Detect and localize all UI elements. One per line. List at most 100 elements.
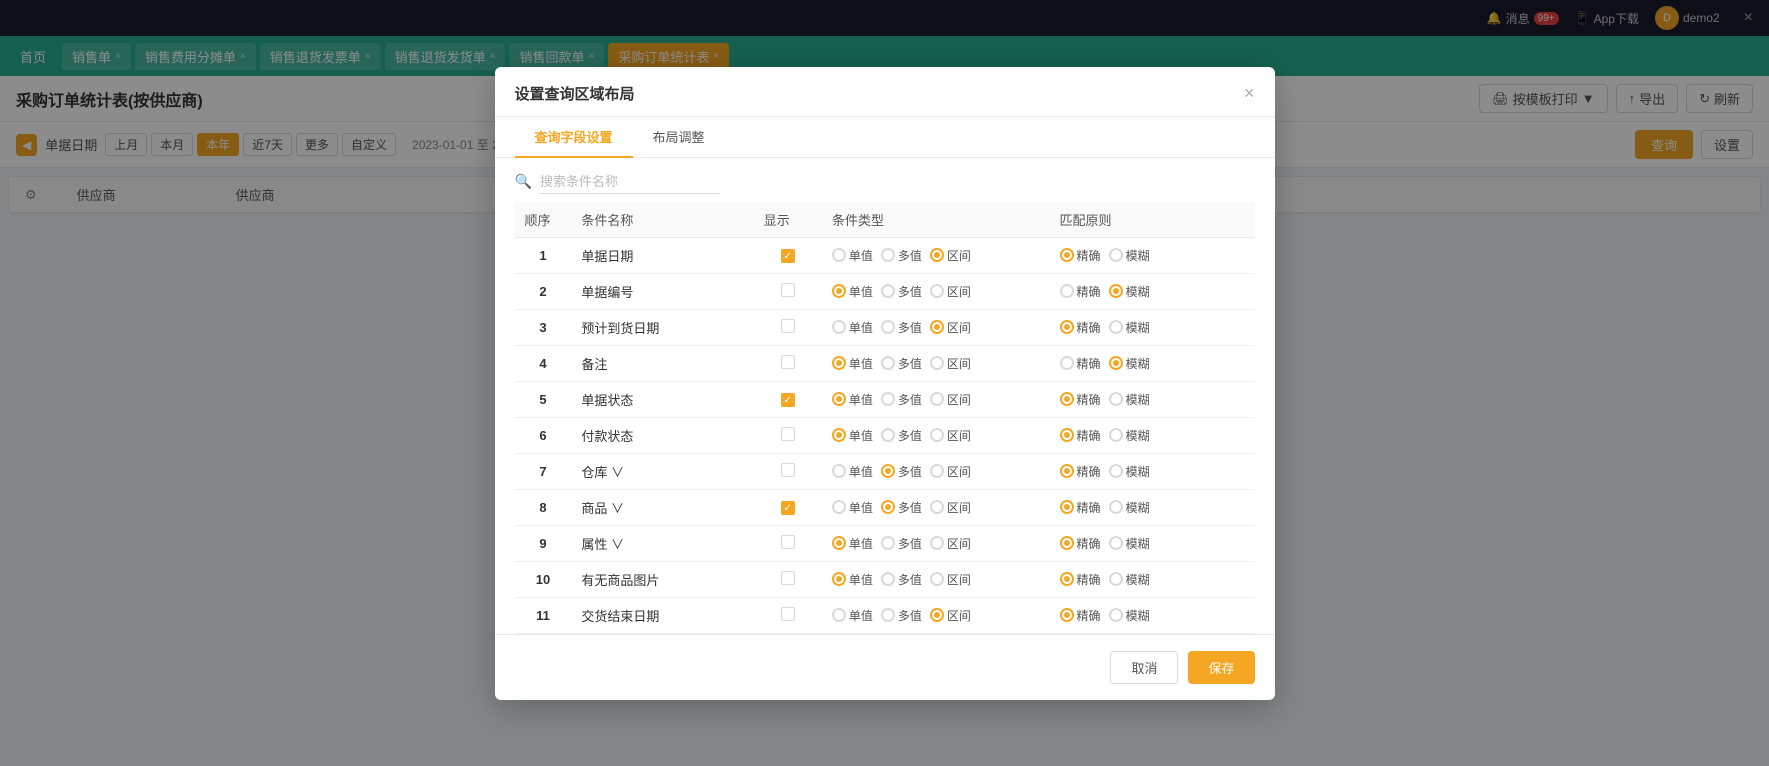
radio-type-type_multi-5[interactable]: 多值	[881, 427, 922, 444]
radio-type-type_single-5[interactable]: 单值	[832, 427, 873, 444]
table-row: 5单据状态✓单值多值区间精确模糊	[515, 381, 1255, 417]
checkbox-show-9[interactable]	[781, 571, 795, 585]
radio-match-match_fuzzy-3[interactable]: 模糊	[1109, 355, 1150, 372]
radio-type-type_range-7[interactable]: 区间	[930, 499, 971, 516]
radio-type-type_range-2[interactable]: 区间	[930, 319, 971, 336]
save-button[interactable]: 保存	[1188, 651, 1254, 684]
radio-type-type_single-2[interactable]: 单值	[832, 319, 873, 336]
row-show-2[interactable]	[754, 309, 822, 345]
radio-type-type_single-6[interactable]: 单值	[832, 463, 873, 480]
radio-type-type_multi-0[interactable]: 多值	[881, 247, 922, 264]
checkbox-show-4[interactable]: ✓	[781, 393, 795, 407]
radio-type-type_multi-6[interactable]: 多值	[881, 463, 922, 480]
radio-type-type_single-8[interactable]: 单值	[832, 535, 873, 552]
modal-tab-layout[interactable]: 布局调整	[633, 117, 725, 158]
row-show-6[interactable]	[754, 453, 822, 489]
radio-match-match_exact-0[interactable]: 精确	[1060, 247, 1101, 264]
radio-type-type_single-1[interactable]: 单值	[832, 283, 873, 300]
cancel-button[interactable]: 取消	[1110, 651, 1178, 684]
radio-type-type_range-8[interactable]: 区间	[930, 535, 971, 552]
radio-type-type_range-6[interactable]: 区间	[930, 463, 971, 480]
radio-type-type_single-9[interactable]: 单值	[832, 571, 873, 588]
row-show-8[interactable]	[754, 525, 822, 561]
checkbox-show-7[interactable]: ✓	[781, 501, 795, 515]
modal-title: 设置查询区域布局	[515, 83, 635, 104]
radio-match-match_exact-4[interactable]: 精确	[1060, 391, 1101, 408]
radio-type-type_multi-8[interactable]: 多值	[881, 535, 922, 552]
row-show-0[interactable]: ✓	[754, 237, 822, 273]
radio-type-type_multi-10[interactable]: 多值	[881, 607, 922, 624]
radio-circle-type_range-1	[930, 284, 944, 298]
radio-type-type_range-4[interactable]: 区间	[930, 391, 971, 408]
checkbox-show-1[interactable]	[781, 283, 795, 297]
radio-match-match_fuzzy-1[interactable]: 模糊	[1109, 283, 1150, 300]
radio-type-type_single-3[interactable]: 单值	[832, 355, 873, 372]
checkbox-show-0[interactable]: ✓	[781, 249, 795, 263]
row-show-3[interactable]	[754, 345, 822, 381]
radio-circle-match-match_fuzzy-7	[1109, 500, 1123, 514]
radio-type-type_multi-9[interactable]: 多值	[881, 571, 922, 588]
radio-match-match_exact-8[interactable]: 精确	[1060, 535, 1101, 552]
radio-type-type_range-5[interactable]: 区间	[930, 427, 971, 444]
radio-match-match_exact-1[interactable]: 精确	[1060, 283, 1101, 300]
checkbox-show-8[interactable]	[781, 535, 795, 549]
radio-match-match_exact-5[interactable]: 精确	[1060, 427, 1101, 444]
modal-header: 设置查询区域布局 ×	[495, 67, 1275, 117]
radio-match-match_fuzzy-0[interactable]: 模糊	[1109, 247, 1150, 264]
checkbox-show-2[interactable]	[781, 319, 795, 333]
radio-match-match_fuzzy-2[interactable]: 模糊	[1109, 319, 1150, 336]
row-show-5[interactable]	[754, 417, 822, 453]
radio-match-match_fuzzy-10[interactable]: 模糊	[1109, 607, 1150, 624]
row-match-2: 精确模糊	[1050, 309, 1255, 345]
table-row: 9属性 ∨单值多值区间精确模糊	[515, 525, 1255, 561]
radio-type-type_range-1[interactable]: 区间	[930, 283, 971, 300]
radio-match-match_exact-6[interactable]: 精确	[1060, 463, 1101, 480]
radio-match-match_exact-10[interactable]: 精确	[1060, 607, 1101, 624]
row-match-5: 精确模糊	[1050, 417, 1255, 453]
row-show-4[interactable]: ✓	[754, 381, 822, 417]
radio-match-match_exact-3[interactable]: 精确	[1060, 355, 1101, 372]
radio-match-match_exact-2[interactable]: 精确	[1060, 319, 1101, 336]
radio-match-match_fuzzy-4[interactable]: 模糊	[1109, 391, 1150, 408]
radio-match-match_exact-7[interactable]: 精确	[1060, 499, 1101, 516]
radio-type-type_range-9[interactable]: 区间	[930, 571, 971, 588]
search-input[interactable]	[540, 170, 720, 194]
radio-type-type_multi-2[interactable]: 多值	[881, 319, 922, 336]
radio-type-type_single-0[interactable]: 单值	[832, 247, 873, 264]
radio-match-match_fuzzy-7[interactable]: 模糊	[1109, 499, 1150, 516]
row-show-9[interactable]	[754, 561, 822, 597]
radio-type-type_range-10[interactable]: 区间	[930, 607, 971, 624]
radio-match-match_fuzzy-6[interactable]: 模糊	[1109, 463, 1150, 480]
radio-circle-match-match_exact-5	[1060, 428, 1074, 442]
radio-type-type_range-3[interactable]: 区间	[930, 355, 971, 372]
radio-type-type_multi-3[interactable]: 多值	[881, 355, 922, 372]
radio-type-type_multi-7[interactable]: 多值	[881, 499, 922, 516]
checkbox-show-10[interactable]	[781, 607, 795, 621]
row-show-7[interactable]: ✓	[754, 489, 822, 525]
row-match-3: 精确模糊	[1050, 345, 1255, 381]
radio-type-type_single-7[interactable]: 单值	[832, 499, 873, 516]
row-show-10[interactable]	[754, 597, 822, 633]
radio-type-type_single-10[interactable]: 单值	[832, 607, 873, 624]
radio-circle-match-match_exact-6	[1060, 464, 1074, 478]
modal-close-button[interactable]: ×	[1244, 84, 1255, 102]
radio-match-match_fuzzy-9[interactable]: 模糊	[1109, 571, 1150, 588]
row-show-1[interactable]	[754, 273, 822, 309]
radio-circle-type_multi-7	[881, 500, 895, 514]
radio-match-match_exact-9[interactable]: 精确	[1060, 571, 1101, 588]
radio-type-type_multi-1[interactable]: 多值	[881, 283, 922, 300]
radio-match-match_fuzzy-5[interactable]: 模糊	[1109, 427, 1150, 444]
table-row: 2单据编号单值多值区间精确模糊	[515, 273, 1255, 309]
radio-type-type_range-0[interactable]: 区间	[930, 247, 971, 264]
radio-type-type_single-4[interactable]: 单值	[832, 391, 873, 408]
checkbox-show-6[interactable]	[781, 463, 795, 477]
checkbox-show-5[interactable]	[781, 427, 795, 441]
modal-tab-query[interactable]: 查询字段设置	[515, 117, 633, 158]
table-row: 10有无商品图片单值多值区间精确模糊	[515, 561, 1255, 597]
checkbox-show-3[interactable]	[781, 355, 795, 369]
radio-type-type_multi-4[interactable]: 多值	[881, 391, 922, 408]
row-order-5: 6	[515, 417, 572, 453]
row-name-0: 单据日期	[571, 237, 753, 273]
radio-match-match_fuzzy-8[interactable]: 模糊	[1109, 535, 1150, 552]
radio-circle-type_single-8	[832, 536, 846, 550]
